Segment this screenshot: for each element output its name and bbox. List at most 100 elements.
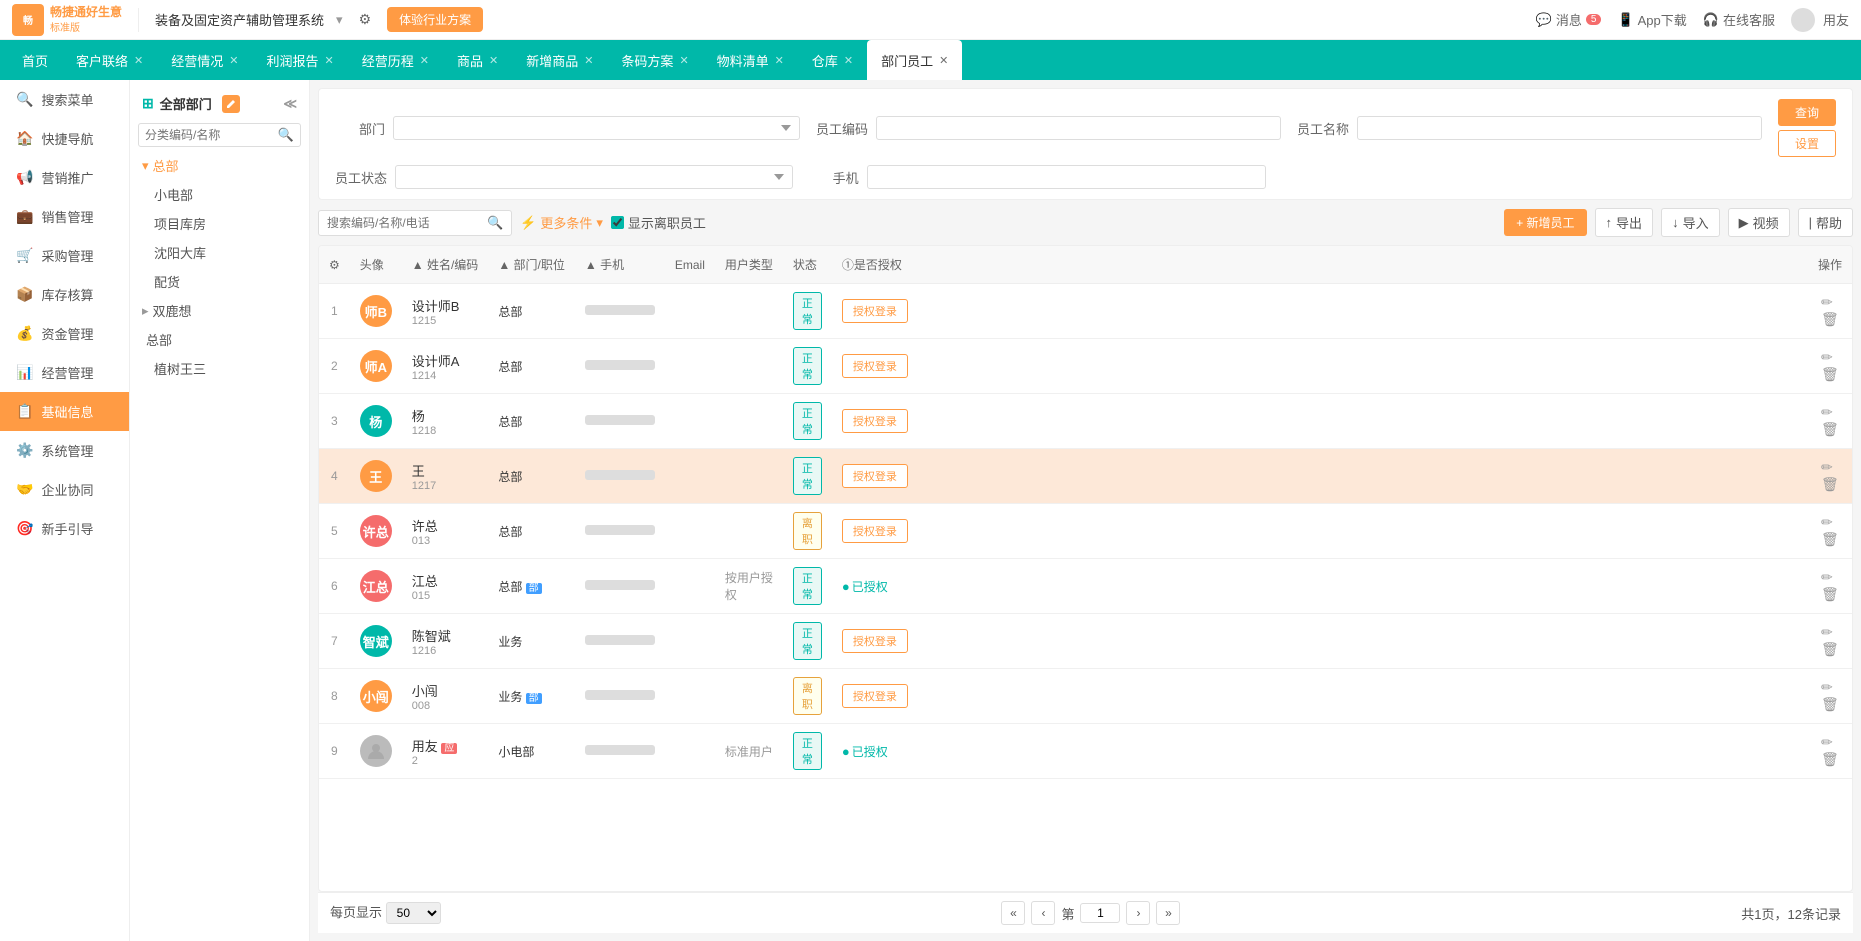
tab-home[interactable]: 首页 (8, 40, 62, 80)
online-service-btn[interactable]: 🎧 在线客服 (1703, 10, 1775, 29)
import-button[interactable]: ↓ 导入 (1661, 208, 1720, 237)
show-resign-toggle[interactable]: 显示离职员工 (611, 213, 706, 232)
th-phone[interactable]: ▲ 手机 (575, 246, 665, 284)
auth-btn[interactable]: 授权登录 (842, 464, 908, 488)
delete-btn[interactable]: 🗑 (1821, 311, 1839, 327)
tab-bom[interactable]: 物料清单 ✕ (703, 40, 798, 80)
dropdown-icon[interactable]: ▾ (336, 12, 343, 28)
delete-btn[interactable]: 🗑 (1821, 531, 1839, 547)
filter-emp-code-input[interactable] (876, 116, 1281, 140)
search-icon[interactable]: 🔍 (487, 215, 503, 231)
sidebar-item-inventory[interactable]: 📦 库存核算 (0, 275, 129, 314)
tab-warehouse[interactable]: 仓库 ✕ (798, 40, 867, 80)
tab-profit-close[interactable]: ✕ (325, 54, 334, 67)
tab-new-goods-close[interactable]: ✕ (584, 54, 593, 67)
filter-phone-input[interactable] (867, 165, 1267, 189)
tab-barcode[interactable]: 条码方案 ✕ (607, 40, 702, 80)
sidebar-item-search[interactable]: 🔍 搜索菜单 (0, 80, 129, 119)
tab-warehouse-close[interactable]: ✕ (844, 54, 853, 67)
delete-btn[interactable]: 🗑 (1821, 421, 1839, 437)
sidebar-item-basic[interactable]: 📋 基础信息 (0, 392, 129, 431)
tab-history[interactable]: 经营历程 ✕ (348, 40, 443, 80)
tree-node-zongbu2[interactable]: 总部 (130, 325, 309, 354)
prev-page-btn[interactable]: ‹ (1031, 901, 1055, 925)
edit-btn[interactable]: ✏ (1821, 734, 1833, 750)
tab-new-goods[interactable]: 新增商品 ✕ (512, 40, 607, 80)
tab-customer-close[interactable]: ✕ (134, 54, 143, 67)
tab-profit[interactable]: 利润报告 ✕ (252, 40, 347, 80)
sidebar-item-collab[interactable]: 🤝 企业协同 (0, 470, 129, 509)
tab-barcode-close[interactable]: ✕ (679, 54, 688, 67)
sidebar-item-operation[interactable]: 📊 经营管理 (0, 353, 129, 392)
edit-btn[interactable]: ✏ (1821, 514, 1833, 530)
auth-btn[interactable]: 授权登录 (842, 519, 908, 543)
tab-dept-staff-close[interactable]: ✕ (939, 54, 948, 67)
tree-child-shenyang[interactable]: 沈阳大库 (130, 238, 309, 267)
edit-btn[interactable]: ✏ (1821, 294, 1833, 310)
edit-btn[interactable]: ✏ (1821, 569, 1833, 585)
sidebar-item-purchase[interactable]: 🛒 采购管理 (0, 236, 129, 275)
sidebar-item-guide[interactable]: 🎯 新手引导 (0, 509, 129, 548)
app-download-btn[interactable]: 📱 App下载 (1617, 10, 1686, 29)
per-page-select[interactable]: 50 100 (386, 902, 441, 924)
auth-btn[interactable]: 授权登录 (842, 629, 908, 653)
reset-button[interactable]: 设置 (1778, 130, 1836, 157)
tree-child-small-electric[interactable]: 小电部 (130, 180, 309, 209)
page-number-input[interactable] (1080, 903, 1120, 923)
edit-btn[interactable]: ✏ (1821, 349, 1833, 365)
delete-btn[interactable]: 🗑 (1821, 641, 1839, 657)
tab-business-close[interactable]: ✕ (229, 54, 238, 67)
video-button[interactable]: ▶ 视频 (1728, 208, 1790, 237)
next-page-btn[interactable]: › (1126, 901, 1150, 925)
tree-collapse-btn[interactable]: ≪ (283, 96, 297, 112)
add-employee-button[interactable]: + 新增员工 (1504, 209, 1586, 236)
auth-btn[interactable]: 授权登录 (842, 354, 908, 378)
th-settings[interactable]: ⚙ (319, 246, 350, 284)
delete-btn[interactable]: 🗑 (1821, 586, 1839, 602)
tree-child-project-store[interactable]: 项目库房 (130, 209, 309, 238)
edit-btn[interactable]: ✏ (1821, 459, 1833, 475)
edit-btn[interactable]: ✏ (1821, 624, 1833, 640)
export-button[interactable]: ↑ 导出 (1595, 208, 1654, 237)
help-button[interactable]: | 帮助 (1798, 208, 1853, 237)
tree-search-box[interactable]: 🔍 (138, 123, 301, 147)
sidebar-item-nav[interactable]: 🏠 快捷导航 (0, 119, 129, 158)
delete-btn[interactable]: 🗑 (1821, 696, 1839, 712)
tab-goods-close[interactable]: ✕ (489, 54, 498, 67)
sidebar-item-system[interactable]: ⚙️ 系统管理 (0, 431, 129, 470)
sidebar-item-finance[interactable]: 💰 资金管理 (0, 314, 129, 353)
tree-search-input[interactable] (145, 128, 278, 142)
tab-history-close[interactable]: ✕ (420, 54, 429, 67)
message-btn[interactable]: 💬 消息 5 (1536, 10, 1602, 29)
search-input[interactable] (327, 216, 487, 230)
edit-btn[interactable]: ✏ (1821, 404, 1833, 420)
show-resign-checkbox[interactable] (611, 216, 624, 229)
sidebar-item-sales[interactable]: 💼 销售管理 (0, 197, 129, 236)
edit-btn[interactable]: ✏ (1821, 679, 1833, 695)
auth-btn[interactable]: 授权登录 (842, 684, 908, 708)
delete-btn[interactable]: 🗑 (1821, 366, 1839, 382)
gear-icon[interactable]: ⚙ (359, 11, 372, 28)
delete-btn[interactable]: 🗑 (1821, 476, 1839, 492)
tab-customer[interactable]: 客户联络 ✕ (62, 40, 157, 80)
tab-goods[interactable]: 商品 ✕ (443, 40, 512, 80)
tab-bom-close[interactable]: ✕ (775, 54, 784, 67)
auth-btn[interactable]: 授权登录 (842, 299, 908, 323)
th-name-code[interactable]: ▲ 姓名/编码 (402, 246, 489, 284)
query-button[interactable]: 查询 (1778, 99, 1836, 126)
filter-dept-select[interactable] (393, 116, 800, 140)
tree-child-zhishu[interactable]: 植树王三 (130, 354, 309, 383)
auth-btn[interactable]: 授权登录 (842, 409, 908, 433)
tree-node-shuanglu[interactable]: ▸ 双鹿想 (130, 296, 309, 325)
first-page-btn[interactable]: « (1001, 901, 1025, 925)
tree-edit-icon[interactable] (222, 95, 240, 113)
tree-node-zongbu-root[interactable]: ▾ 总部 (130, 151, 309, 180)
trial-button[interactable]: 体验行业方案 (387, 7, 483, 32)
filter-emp-status-select[interactable] (395, 165, 793, 189)
filter-emp-name-input[interactable] (1357, 116, 1762, 140)
sidebar-item-marketing[interactable]: 📢 营销推广 (0, 158, 129, 197)
tab-dept-staff[interactable]: 部门员工 ✕ (867, 40, 962, 80)
tab-business[interactable]: 经营情况 ✕ (157, 40, 252, 80)
more-filter-btn[interactable]: ⚡ 更多条件 ▾ (520, 213, 603, 232)
delete-btn[interactable]: 🗑 (1821, 751, 1839, 767)
